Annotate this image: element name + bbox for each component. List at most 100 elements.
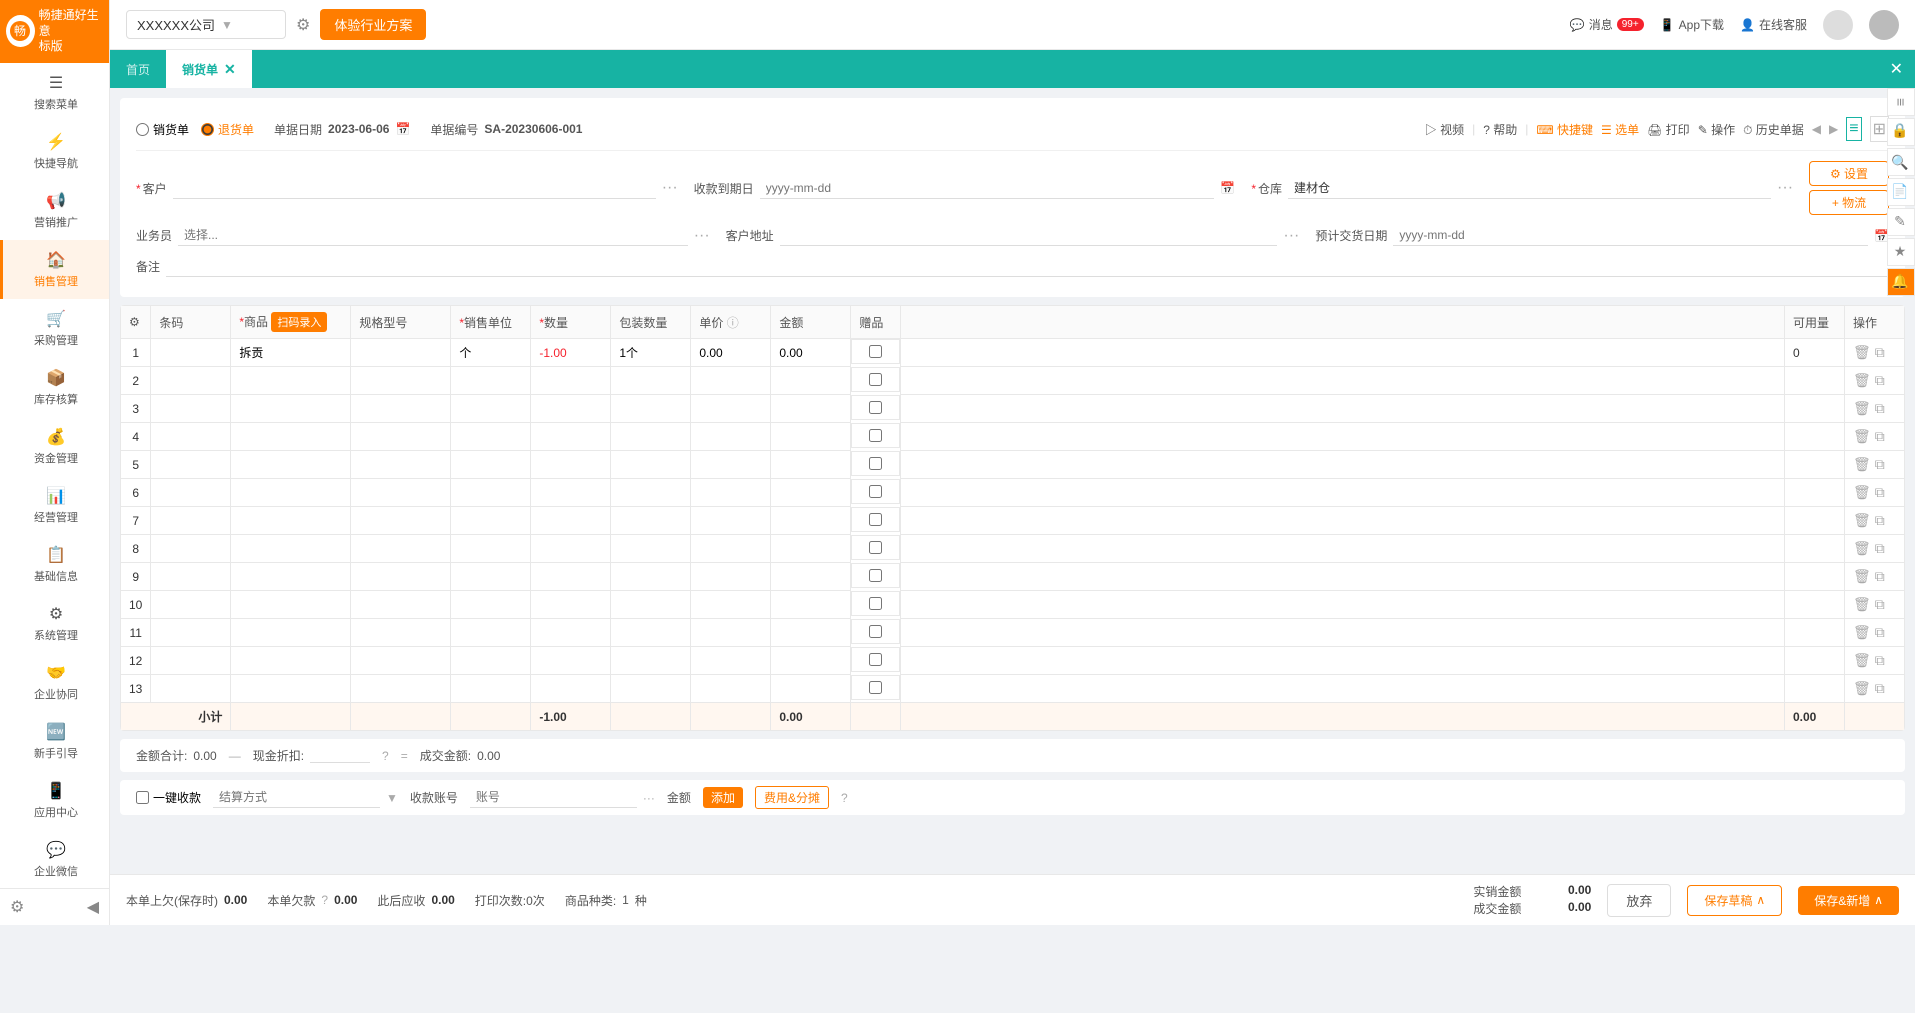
payment-account-input[interactable] [470, 787, 637, 808]
unit-price-input[interactable] [699, 346, 762, 360]
gift-checkbox[interactable] [869, 569, 882, 582]
radio-sales[interactable]: 销货单 [136, 121, 189, 138]
unit-input[interactable] [459, 486, 522, 500]
row-unit[interactable] [451, 619, 531, 647]
row-unit[interactable] [451, 535, 531, 563]
sidebar-item-system[interactable]: ⚙ 系统管理 [0, 594, 109, 653]
spec-input[interactable] [359, 346, 442, 360]
row-amount[interactable] [771, 619, 851, 647]
copy-row-icon[interactable]: ⧉ [1875, 568, 1885, 585]
row-amount[interactable] [771, 395, 851, 423]
product-input[interactable] [239, 626, 342, 640]
copy-row-icon[interactable]: ⧉ [1875, 680, 1885, 697]
row-pkg-qty[interactable] [611, 367, 691, 395]
barcode-input[interactable] [159, 682, 222, 696]
row-gift[interactable] [851, 535, 900, 560]
amount-input[interactable] [779, 458, 842, 472]
gift-checkbox[interactable] [869, 681, 882, 694]
unit-input[interactable] [459, 654, 522, 668]
tab-sales-order[interactable]: 销货单 ✕ [166, 50, 252, 88]
view-list-icon[interactable]: ≡ [1846, 117, 1861, 141]
qty-input[interactable] [539, 346, 602, 360]
gift-checkbox[interactable] [869, 597, 882, 610]
company-selector[interactable]: XXXXXX公司 ▼ [126, 10, 286, 39]
pkg-qty-input[interactable] [619, 374, 682, 388]
row-barcode[interactable] [151, 479, 231, 507]
customer-input[interactable] [173, 178, 656, 199]
barcode-input[interactable] [159, 430, 222, 444]
unit-input[interactable] [459, 345, 522, 359]
amount-input[interactable] [779, 654, 842, 668]
product-input[interactable] [239, 570, 342, 584]
spec-input[interactable] [359, 486, 442, 500]
row-amount[interactable] [771, 507, 851, 535]
settings-button[interactable]: ⚙ 设置 [1809, 161, 1889, 186]
unit-input[interactable] [459, 374, 522, 388]
product-input[interactable] [239, 598, 342, 612]
sidebar-item-finance[interactable]: 💰 资金管理 [0, 417, 109, 476]
row-unit-price[interactable] [691, 479, 771, 507]
delete-row-icon[interactable]: 🗑 [1853, 372, 1871, 389]
spec-input[interactable] [359, 458, 442, 472]
gift-checkbox[interactable] [869, 401, 882, 414]
amount-input[interactable] [779, 598, 842, 612]
spec-input[interactable] [359, 682, 442, 696]
row-spec[interactable] [351, 451, 451, 479]
pkg-qty-input[interactable] [619, 570, 682, 584]
payment-method-dropdown-icon[interactable]: ▼ [386, 791, 398, 805]
message-button[interactable]: 💬 消息 99+ [1570, 16, 1644, 33]
panel-btn-1[interactable]: ≡ [1887, 88, 1915, 116]
spec-input[interactable] [359, 430, 442, 444]
sidebar-item-wechat[interactable]: 💬 企业微信 [0, 830, 109, 888]
discard-button[interactable]: 放弃 [1607, 884, 1671, 917]
collapse-icon[interactable]: ◀ [87, 897, 99, 917]
row-unit[interactable] [451, 367, 531, 395]
logistics-button[interactable]: + 物流 [1809, 190, 1889, 215]
row-spec[interactable] [351, 591, 451, 619]
barcode-input[interactable] [159, 458, 222, 472]
pkg-qty-input[interactable] [619, 514, 682, 528]
amount-input[interactable] [779, 486, 842, 500]
unit-price-input[interactable] [699, 654, 762, 668]
row-spec[interactable] [351, 395, 451, 423]
row-spec[interactable] [351, 563, 451, 591]
spec-input[interactable] [359, 654, 442, 668]
row-product[interactable] [231, 395, 351, 423]
delete-row-icon[interactable]: 🗑 [1853, 400, 1871, 417]
fee-split-button[interactable]: 费用&分摊 [755, 786, 829, 809]
row-pkg-qty[interactable] [611, 507, 691, 535]
gift-checkbox[interactable] [869, 429, 882, 442]
sidebar-item-appcenter[interactable]: 📱 应用中心 [0, 771, 109, 830]
sidebar-item-search[interactable]: ☰ 搜索菜单 [0, 63, 109, 122]
row-unit[interactable] [451, 675, 531, 703]
row-amount[interactable] [771, 563, 851, 591]
product-input[interactable] [239, 682, 342, 696]
gift-checkbox[interactable] [869, 653, 882, 666]
unit-price-input[interactable] [699, 458, 762, 472]
sidebar-item-guide[interactable]: 🆕 新手引导 [0, 712, 109, 771]
row-barcode[interactable] [151, 619, 231, 647]
copy-row-icon[interactable]: ⧉ [1875, 400, 1885, 417]
pkg-qty-input[interactable] [619, 345, 682, 359]
qty-input[interactable] [539, 626, 602, 640]
pkg-qty-input[interactable] [619, 542, 682, 556]
customer-dots-icon[interactable]: ··· [662, 179, 678, 197]
row-unit-price[interactable] [691, 619, 771, 647]
row-qty[interactable] [531, 367, 611, 395]
row-spec[interactable] [351, 647, 451, 675]
delete-row-icon[interactable]: 🗑 [1853, 624, 1871, 641]
sidebar-item-operations[interactable]: 📊 经营管理 [0, 476, 109, 535]
row-amount[interactable] [771, 535, 851, 563]
spec-input[interactable] [359, 374, 442, 388]
row-qty[interactable] [531, 563, 611, 591]
salesperson-dots-icon[interactable]: ··· [694, 227, 710, 245]
spec-input[interactable] [359, 570, 442, 584]
history-btn[interactable]: ⏱ 历史单据 [1743, 121, 1804, 138]
sidebar-item-enterprise[interactable]: 🤝 企业协同 [0, 653, 109, 712]
one-click-checkbox[interactable] [136, 791, 149, 804]
row-pkg-qty[interactable] [611, 339, 691, 367]
row-pkg-qty[interactable] [611, 619, 691, 647]
row-pkg-qty[interactable] [611, 675, 691, 703]
copy-row-icon[interactable]: ⧉ [1875, 344, 1885, 361]
row-amount[interactable] [771, 675, 851, 703]
